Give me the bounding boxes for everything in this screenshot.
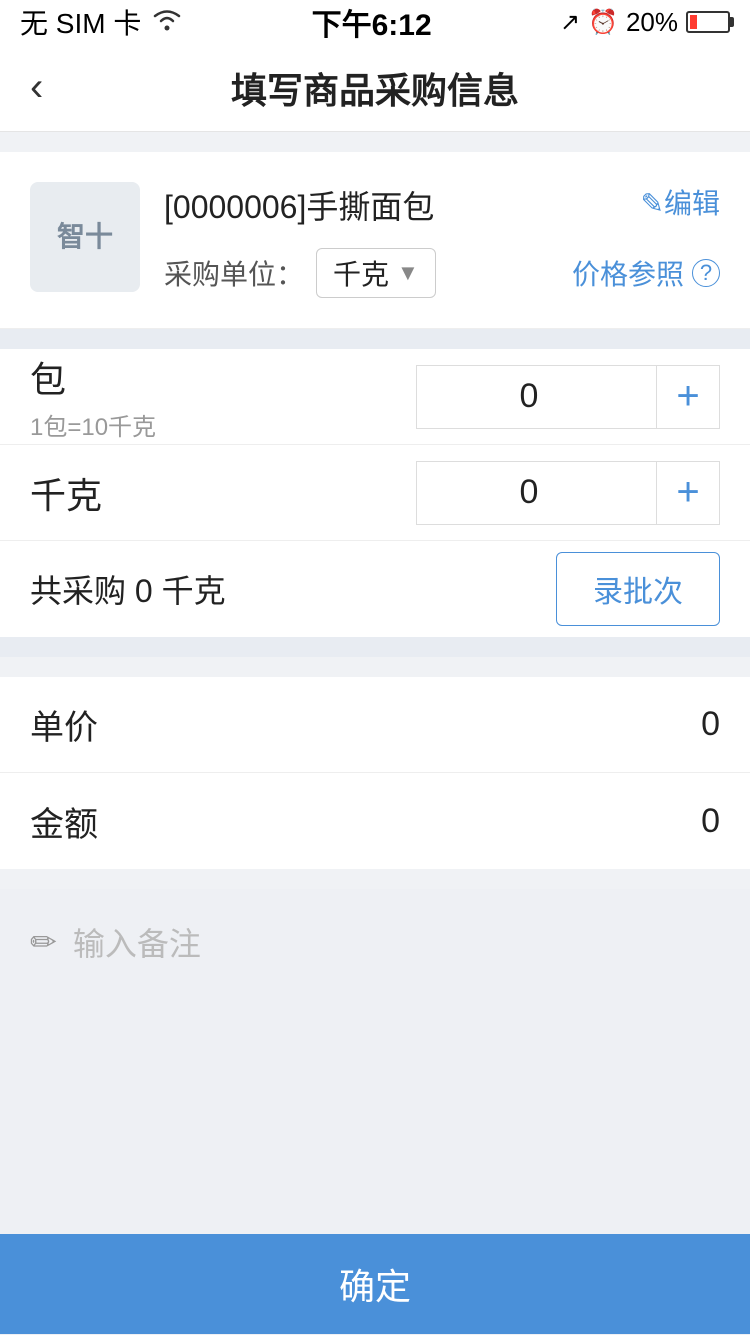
kg-control: + bbox=[150, 461, 720, 525]
battery-percent: 20% bbox=[626, 7, 678, 38]
pricing-section: 单价 0 金额 0 bbox=[0, 677, 750, 869]
product-logo: 智十 bbox=[57, 223, 113, 251]
header: ‹ 填写商品采购信息 bbox=[0, 44, 750, 132]
pencil-icon: ✏ bbox=[30, 923, 57, 961]
status-right: ↗ ⏰ 20% bbox=[560, 7, 730, 38]
product-unit-row: 采购单位： 千克 ▼ 价格参照 ? bbox=[164, 248, 720, 298]
back-button[interactable]: ‹ bbox=[30, 65, 43, 110]
confirm-button[interactable]: 确定 bbox=[0, 1234, 750, 1334]
pack-control: + bbox=[156, 365, 720, 429]
summary-row: 共采购 0 千克 录批次 bbox=[0, 541, 750, 637]
summary-text: 共采购 0 千克 bbox=[30, 566, 226, 612]
unit-price-label: 单价 bbox=[30, 700, 98, 749]
amount-row: 金额 0 bbox=[0, 773, 750, 869]
kg-row: 千克 + bbox=[0, 445, 750, 541]
note-section[interactable]: ✏ 输入备注 bbox=[0, 889, 750, 995]
product-info: [0000006]手撕面包 ✎编辑 采购单位： 千克 ▼ 价格参照 ? bbox=[164, 182, 720, 298]
pack-label-group: 包 1包=10千克 bbox=[30, 351, 156, 442]
unit-select[interactable]: 千克 ▼ bbox=[316, 248, 436, 298]
location-icon: ↗ bbox=[560, 8, 580, 37]
unit-left: 采购单位： 千克 ▼ bbox=[164, 248, 436, 298]
price-ref-label: 价格参照 bbox=[572, 253, 684, 293]
help-icon: ? bbox=[692, 259, 720, 287]
kg-label-group: 千克 bbox=[30, 467, 150, 519]
confirm-button-label: 确定 bbox=[339, 1258, 411, 1310]
wifi-icon bbox=[151, 6, 183, 38]
chevron-down-icon: ▼ bbox=[397, 260, 419, 286]
pack-section: 包 1包=10千克 + 千克 + 共采购 0 千克 录批次 bbox=[0, 349, 750, 637]
divider-1 bbox=[0, 329, 750, 349]
amount-value: 0 bbox=[701, 802, 720, 841]
unit-price-value: 0 bbox=[701, 705, 720, 744]
product-top: [0000006]手撕面包 ✎编辑 bbox=[164, 182, 720, 228]
divider-2 bbox=[0, 637, 750, 657]
pack-row: 包 1包=10千克 + bbox=[0, 349, 750, 445]
kg-plus-button[interactable]: + bbox=[656, 461, 720, 525]
status-time: 下午6:12 bbox=[312, 0, 432, 44]
page-title: 填写商品采购信息 bbox=[231, 62, 519, 114]
status-bar: 无 SIM 卡 下午6:12 ↗ ⏰ 20% bbox=[0, 0, 750, 44]
product-name: [0000006]手撕面包 bbox=[164, 182, 434, 228]
pack-input[interactable] bbox=[416, 365, 656, 429]
pack-sub-label: 1包=10千克 bbox=[30, 407, 156, 442]
unit-price-row: 单价 0 bbox=[0, 677, 750, 773]
product-card: 智十 [0000006]手撕面包 ✎编辑 采购单位： 千克 ▼ 价格参照 ? bbox=[0, 152, 750, 329]
unit-value: 千克 bbox=[333, 253, 389, 293]
status-left: 无 SIM 卡 bbox=[20, 2, 183, 42]
sim-label: 无 SIM 卡 bbox=[20, 2, 141, 42]
kg-input[interactable] bbox=[416, 461, 656, 525]
alarm-icon: ⏰ bbox=[588, 8, 618, 37]
battery-icon bbox=[686, 11, 730, 33]
price-ref-btn[interactable]: 价格参照 ? bbox=[572, 253, 720, 293]
product-image: 智十 bbox=[30, 182, 140, 292]
pack-plus-button[interactable]: + bbox=[656, 365, 720, 429]
kg-label: 千克 bbox=[30, 467, 150, 519]
unit-label: 采购单位： bbox=[164, 253, 304, 293]
amount-label: 金额 bbox=[30, 797, 98, 846]
pack-label: 包 bbox=[30, 351, 156, 403]
edit-button[interactable]: ✎编辑 bbox=[641, 182, 720, 222]
record-batch-button[interactable]: 录批次 bbox=[556, 552, 720, 626]
note-placeholder: 输入备注 bbox=[73, 919, 201, 965]
